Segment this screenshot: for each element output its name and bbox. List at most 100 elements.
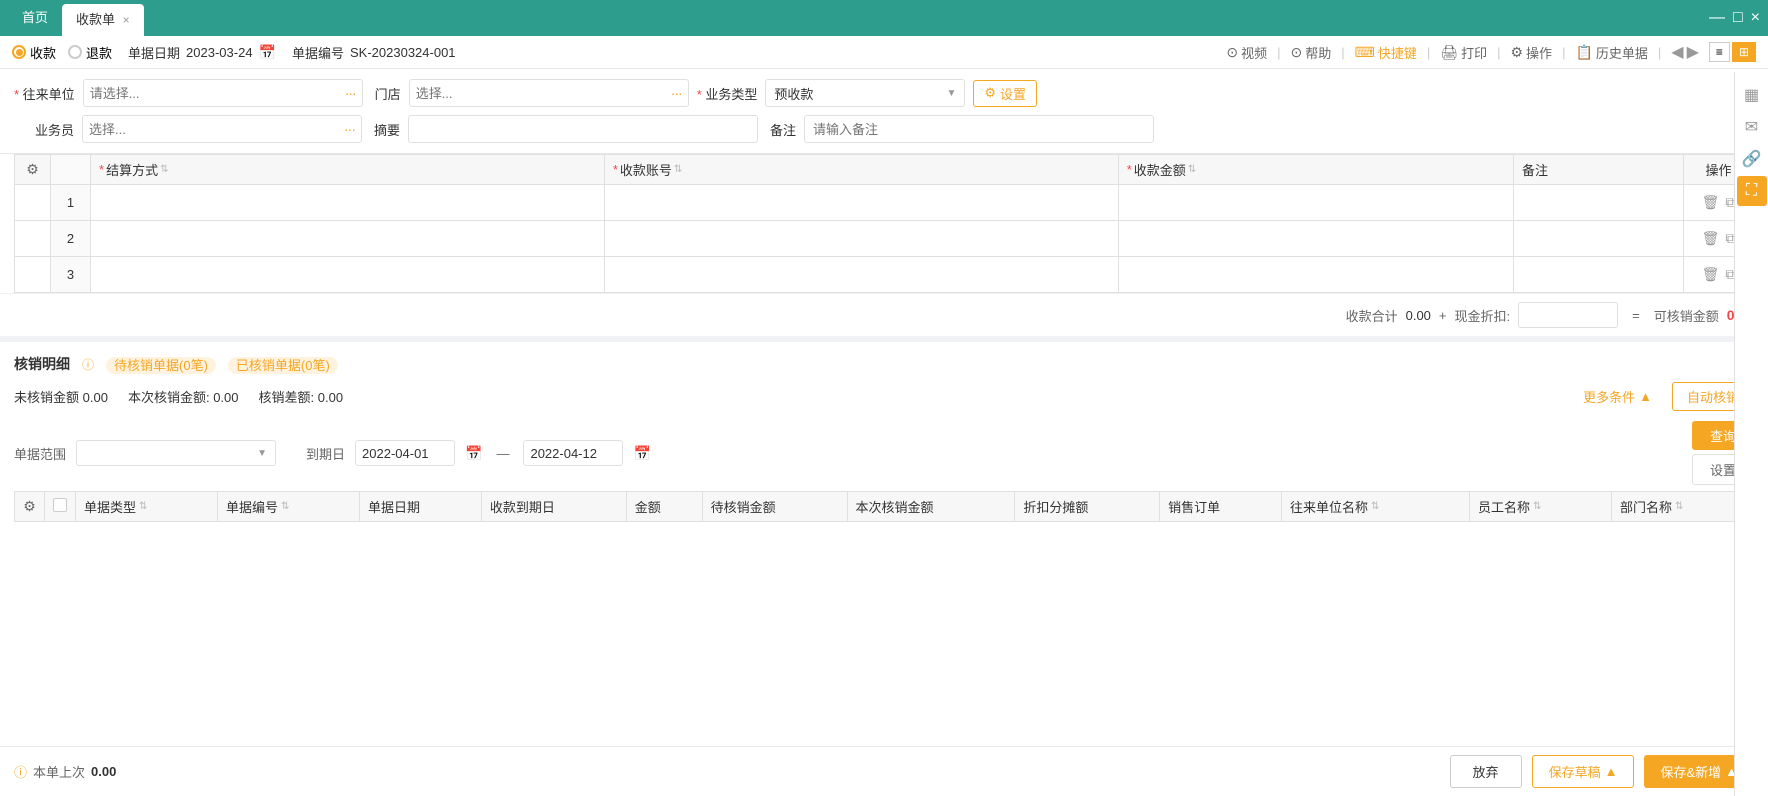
bottom-table-gear-icon[interactable]: ⚙ — [23, 498, 36, 514]
history-icon: 📋 — [1575, 44, 1592, 61]
form-row-1: 往来单位 ··· 门店 ··· 业务类型 预收款 ▼ ⚙ 设置 — [14, 79, 1754, 107]
form-area: 往来单位 ··· 门店 ··· 业务类型 预收款 ▼ ⚙ 设置 — [0, 69, 1768, 154]
cell-remarks-3[interactable] — [1513, 257, 1683, 293]
sort-dept-icon[interactable]: ⇅ — [1675, 501, 1683, 512]
grid-view-btn[interactable]: ⊞ — [1732, 42, 1756, 62]
list-view-btn[interactable]: ≡ — [1709, 42, 1730, 62]
due-date-end-calendar-icon[interactable]: 📅 — [633, 445, 650, 462]
cell-account-1[interactable] — [604, 185, 1118, 221]
sort-staff-icon[interactable]: ⇅ — [1533, 501, 1541, 512]
counterparty-input-wrap[interactable]: ··· — [83, 79, 363, 107]
verify-header: 核销明细 ⓘ 待核销单据(0笔) 已核销单据(0笔) — [14, 354, 1754, 374]
calendar-icon[interactable]: 📅 — [259, 44, 276, 61]
action-help[interactable]: ⊙ 帮助 — [1291, 43, 1332, 62]
toolbar: 收款 退款 单据日期 2023-03-24 📅 单据编号 SK-20230324… — [0, 36, 1768, 69]
sort-bill-num-icon[interactable]: ⇅ — [281, 501, 289, 512]
staff-more-icon[interactable]: ··· — [344, 121, 355, 137]
select-all-checkbox[interactable] — [53, 498, 67, 512]
action-shortcut[interactable]: ⌨ 快捷键 — [1355, 43, 1417, 62]
sidebar-link-icon[interactable]: 🔗 — [1737, 144, 1767, 174]
store-more-icon[interactable]: ··· — [671, 85, 682, 101]
save-draft-button[interactable]: 保存草稿 ▲ — [1532, 755, 1635, 788]
window-actions: — □ × — [1709, 9, 1760, 27]
maximize-icon[interactable]: □ — [1733, 9, 1743, 27]
row-num-3: 3 — [51, 257, 91, 293]
cell-remarks-2[interactable] — [1513, 221, 1683, 257]
action-video[interactable]: ⊙ 视频 — [1226, 43, 1267, 62]
sort-settlement-icon[interactable]: ⇅ — [160, 164, 168, 175]
bth-cb — [45, 492, 76, 522]
sidebar-expand-icon[interactable]: ⛶ — [1737, 176, 1767, 206]
sidebar-table-icon[interactable]: ▦ — [1737, 80, 1767, 110]
help-icon: ⊙ — [1291, 44, 1303, 61]
bth-bill-type: 单据类型 ⇅ — [76, 492, 218, 522]
filter-icon: ▲ — [1639, 389, 1652, 404]
cell-remarks-1[interactable] — [1513, 185, 1683, 221]
minimize-icon[interactable]: — — [1709, 9, 1725, 27]
store-input-wrap[interactable]: ··· — [409, 79, 689, 107]
nav-prev-icon[interactable]: ◀ — [1671, 42, 1683, 62]
sort-account-icon[interactable]: ⇅ — [674, 164, 682, 175]
verify-tab-pending[interactable]: 待核销单据(0笔) — [106, 355, 216, 374]
unverified-amount-stat: 未核销金额 0.00 — [14, 387, 108, 406]
th-settlement: * 结算方式 ⇅ — [91, 155, 605, 185]
footer-info-icon[interactable]: ⓘ — [14, 762, 27, 781]
verify-stats: 未核销金额 0.00 本次核销金额: 0.00 核销差额: 0.00 更多条件 … — [14, 382, 1754, 411]
verification-table: ⚙ 单据类型 ⇅ 单据编号 — [14, 491, 1754, 522]
bth-gear: ⚙ — [15, 492, 45, 522]
cell-amount-1[interactable] — [1118, 185, 1513, 221]
counterparty-more-icon[interactable]: ··· — [345, 85, 356, 101]
nav-home[interactable]: 首页 — [8, 0, 62, 36]
sort-amount-icon[interactable]: ⇅ — [1188, 164, 1196, 175]
store-input[interactable] — [416, 86, 667, 101]
nav-receipt[interactable]: 收款单 × — [62, 4, 144, 36]
remarks-input[interactable] — [804, 115, 1154, 143]
action-operations[interactable]: ⚙ 操作 — [1510, 43, 1552, 62]
tab-close-icon[interactable]: × — [123, 13, 130, 27]
range-select[interactable]: ▼ — [76, 440, 276, 466]
business-type-select[interactable]: 预收款 ▼ — [765, 79, 965, 107]
summary-input[interactable] — [408, 115, 758, 143]
bottom-table-wrap: ⚙ 单据类型 ⇅ 单据编号 — [14, 491, 1754, 734]
keyboard-icon: ⌨ — [1355, 44, 1375, 61]
due-date-end-input[interactable] — [523, 440, 623, 466]
th-settings: ⚙ — [15, 155, 51, 185]
range-select-chevron: ▼ — [257, 448, 267, 459]
cell-amount-3[interactable] — [1118, 257, 1513, 293]
cell-settlement-2[interactable] — [91, 221, 605, 257]
delete-row-2-button[interactable]: 🗑 — [1702, 230, 1720, 247]
table-row: 2 🗑 ⧉ — [15, 221, 1754, 257]
discount-input[interactable] — [1518, 302, 1618, 328]
delete-row-3-button[interactable]: 🗑 — [1702, 266, 1720, 283]
table-gear-icon[interactable]: ⚙ — [26, 161, 39, 177]
action-print[interactable]: 🖨 打印 — [1440, 43, 1487, 62]
staff-input[interactable] — [89, 122, 340, 137]
cell-amount-2[interactable] — [1118, 221, 1513, 257]
counterparty-input[interactable] — [90, 86, 341, 101]
form-settings-button[interactable]: ⚙ 设置 — [973, 80, 1037, 107]
due-date-start-calendar-icon[interactable]: 📅 — [465, 445, 482, 462]
nav-next-icon[interactable]: ▶ — [1687, 42, 1699, 62]
close-icon[interactable]: × — [1751, 9, 1760, 27]
sort-counterparty-icon[interactable]: ⇅ — [1371, 501, 1379, 512]
radio-receipt[interactable]: 收款 — [12, 43, 56, 62]
sort-bill-type-icon[interactable]: ⇅ — [139, 501, 147, 512]
verify-info-icon[interactable]: ⓘ — [82, 356, 94, 373]
due-date-start-input[interactable] — [355, 440, 455, 466]
sidebar-mail-icon[interactable]: ✉ — [1737, 112, 1767, 142]
radio-refund[interactable]: 退款 — [68, 43, 112, 62]
action-history[interactable]: 📋 历史单据 — [1575, 43, 1647, 62]
row-num-2: 2 — [51, 221, 91, 257]
cell-settlement-3[interactable] — [91, 257, 605, 293]
cell-account-2[interactable] — [604, 221, 1118, 257]
more-conditions-btn[interactable]: 更多条件 ▲ — [1583, 387, 1652, 406]
bth-discount: 折扣分摊额 — [1015, 492, 1160, 522]
discard-button[interactable]: 放弃 — [1450, 755, 1522, 788]
cell-settlement-1[interactable] — [91, 185, 605, 221]
cell-account-3[interactable] — [604, 257, 1118, 293]
delete-row-1-button[interactable]: 🗑 — [1702, 194, 1720, 211]
verify-tab-done[interactable]: 已核销单据(0笔) — [228, 355, 338, 374]
bth-pending-amount: 待核销金额 — [702, 492, 847, 522]
staff-input-wrap[interactable]: ··· — [82, 115, 362, 143]
nav-prev-next: ◀ ▶ — [1671, 42, 1699, 62]
